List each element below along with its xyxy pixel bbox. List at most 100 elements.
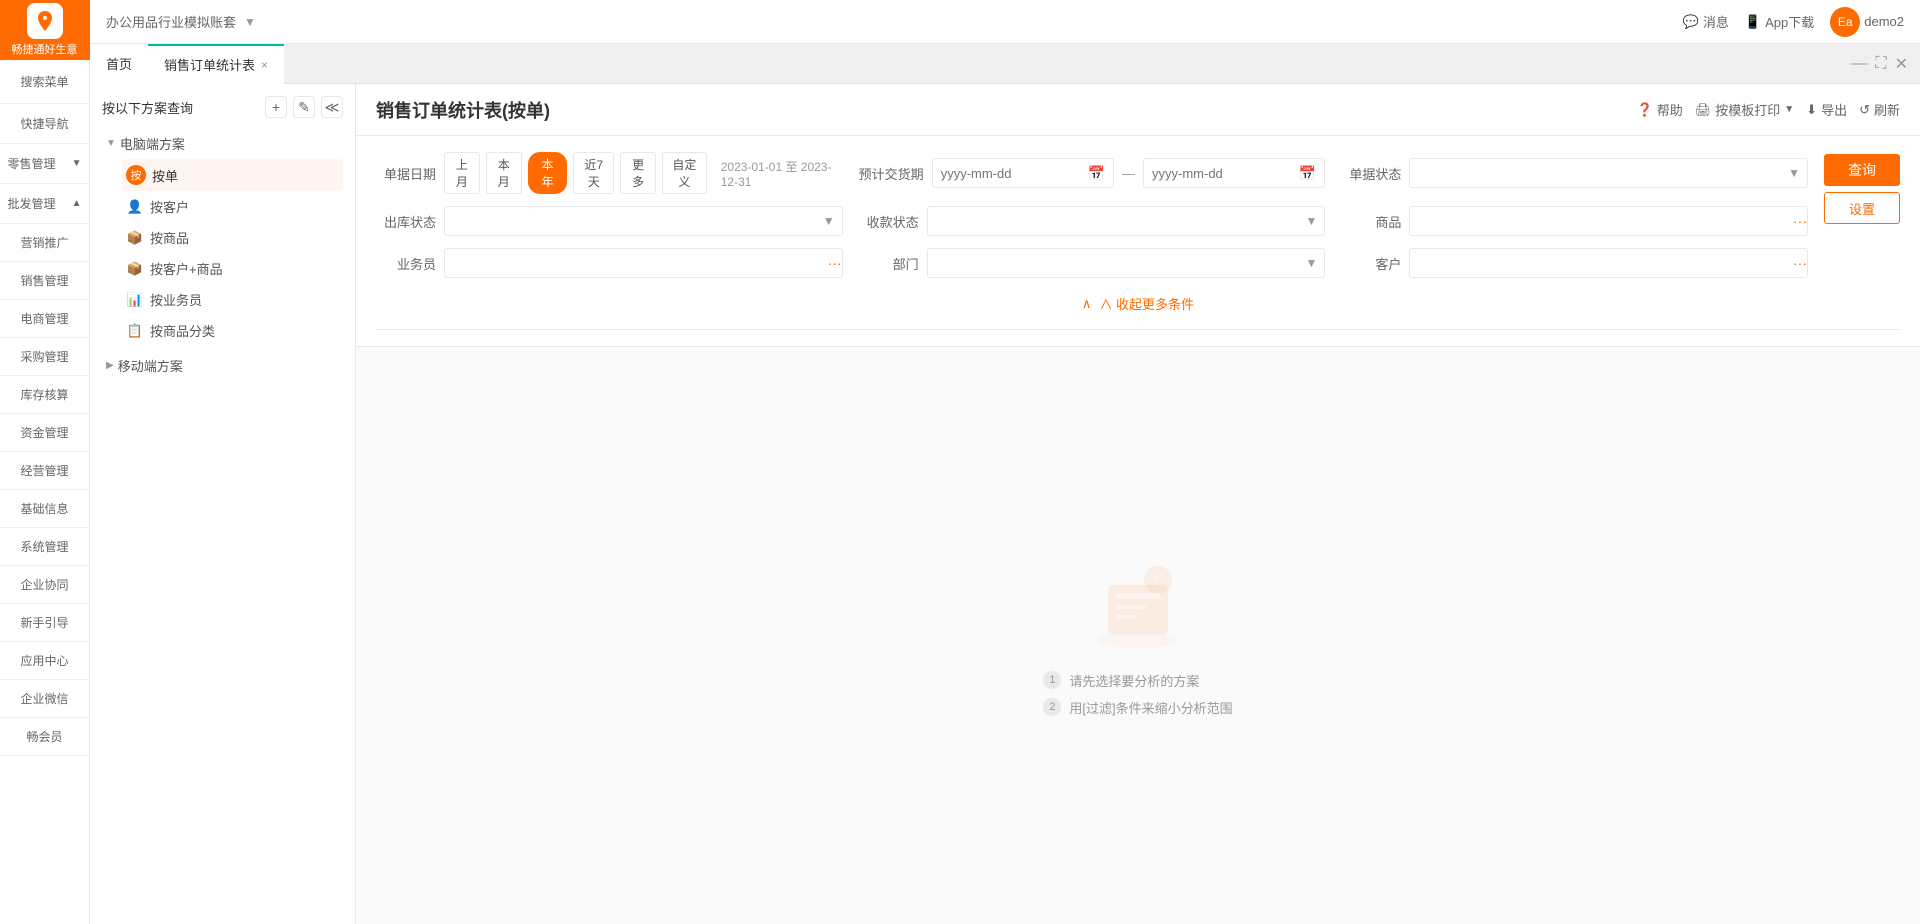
message-btn[interactable]: 💬 消息 [1683,12,1729,31]
sidebar: 畅捷通好生意 搜索菜单 快捷导航 零售管理 ▼ 批发管理 ▲ 营销推广 销售管理… [0,0,90,924]
top-header: 办公用品行业模拟账套 ▼ 💬 消息 📱 App下载 Ea demo2 [90,0,1920,44]
search-menu[interactable]: 搜索菜单 [0,60,90,104]
calendar-end-icon[interactable]: 📅 [1291,165,1324,182]
department-select[interactable] [927,248,1326,278]
tab-sales-order[interactable]: 销售订单统计表 × [148,44,284,84]
sidebar-item-appstore[interactable]: 应用中心 [0,642,90,680]
add-scheme-btn[interactable]: + [265,96,287,118]
mobile-section: ▶ 移动端方案 [102,350,343,381]
svg-text:?: ? [1152,572,1160,588]
sidebar-item-purchase[interactable]: 采购管理 [0,338,90,376]
edit-scheme-btn[interactable]: ✎ [293,96,315,118]
user-profile[interactable]: Ea demo2 [1830,7,1904,37]
help-btn[interactable]: ❓ 帮助 [1637,100,1683,119]
expected-date-start-input: 📅 [932,158,1114,188]
sidebar-item-newbie[interactable]: 新手引导 [0,604,90,642]
mobile-section-header[interactable]: ▶ 移动端方案 [102,350,343,381]
desktop-section: ▼ 电脑端方案 按 按单 👤 按客户 📦 按商品 [102,128,343,346]
query-button[interactable]: 查询 [1824,154,1900,186]
desktop-section-header[interactable]: ▼ 电脑端方案 [102,128,343,159]
tab-close-icon[interactable]: × [261,58,268,72]
collapse-panel-btn[interactable]: ≪ [321,96,343,118]
sidebar-item-sales[interactable]: 销售管理 [0,262,90,300]
settings-button[interactable]: 设置 [1824,192,1900,224]
scheme-by-order[interactable]: 按 按单 [122,159,343,191]
tab-home[interactable]: 首页 [90,44,148,84]
filter-department-cell: 部门 ▼ [859,248,1326,278]
salesperson-input[interactable] [445,249,828,277]
salesperson-input-wrapper: ··· [444,248,843,278]
sidebar-item-finance[interactable]: 资金管理 [0,414,90,452]
salesperson-label: 业务员 [376,254,436,273]
window-maximize[interactable]: ⛶ [1875,55,1886,73]
delivery-select[interactable]: 未出库 部分出库 全部出库 [444,206,843,236]
scheme-by-salesperson[interactable]: 📊 按业务员 [122,284,343,315]
breadcrumb-dropdown-icon[interactable]: ▼ [244,15,256,29]
sidebar-item-retail[interactable]: 零售管理 ▼ [0,144,90,184]
customer-dots-btn[interactable]: ··· [1793,255,1807,271]
page-title: 销售订单统计表(按单) [376,97,550,123]
date-btn-this-month[interactable]: 本月 [486,152,522,194]
payment-select-wrapper: 未收款 部分收款 全部收款 ▼ [927,206,1326,236]
date-btn-7days[interactable]: 近7天 [573,152,614,194]
sidebar-item-enterprise[interactable]: 企业协同 [0,566,90,604]
sidebar-item-marketing[interactable]: 营销推广 [0,224,90,262]
page-actions: ❓ 帮助 🖨 按模板打印 ▼ ⬇ 导出 ↺ 刷新 [1637,100,1900,119]
quick-nav[interactable]: 快捷导航 [0,104,90,144]
empty-tip-1: 1 请先选择要分析的方案 [1043,671,1232,690]
print-icon: 🖨 [1695,102,1712,118]
scheme-by-product[interactable]: 📦 按商品 [122,222,343,253]
sidebar-item-inventory[interactable]: 库存核算 [0,376,90,414]
date-btn-this-year[interactable]: 本年 [528,152,568,194]
product-dots-btn[interactable]: ··· [1793,213,1807,229]
window-close[interactable]: ✕ [1895,54,1908,74]
refresh-btn[interactable]: ↺ 刷新 [1859,100,1900,119]
payment-label: 收款状态 [859,212,919,231]
desktop-section-label: 电脑端方案 [120,134,185,153]
sidebar-item-ecommerce[interactable]: 电商管理 [0,300,90,338]
left-panel-header: 按以下方案查询 + ✎ ≪ [102,96,343,118]
mobile-section-arrow: ▶ [106,360,114,371]
date-separator: — [1122,166,1135,181]
sidebar-item-basic[interactable]: 基础信息 [0,490,90,528]
salesperson-dots-btn[interactable]: ··· [828,255,842,271]
date-btn-custom[interactable]: 自定义 [662,152,707,194]
sidebar-item-operations[interactable]: 经营管理 [0,452,90,490]
left-panel-title: 按以下方案查询 [102,98,193,117]
app-download-btn[interactable]: 📱 App下载 [1745,12,1814,31]
sidebar-item-system[interactable]: 系统管理 [0,528,90,566]
date-btn-more[interactable]: 更多 [620,152,656,194]
scheme-by-customer-product[interactable]: 📦 按客户+商品 [122,253,343,284]
scheme-by-category[interactable]: 📋 按商品分类 [122,315,343,346]
delivery-label: 出库状态 [376,212,436,231]
sidebar-item-corpwechat[interactable]: 企业微信 [0,680,90,718]
window-minimize[interactable]: — [1851,55,1867,73]
app-logo[interactable]: 畅捷通好生意 [0,0,90,60]
print-btn[interactable]: 🖨 按模板打印 ▼ [1695,100,1794,119]
collapse-btn[interactable]: ∧ ∧ 收起更多条件 [1066,286,1210,321]
export-btn[interactable]: ⬇ 导出 [1806,100,1847,119]
sidebar-item-wholesale[interactable]: 批发管理 ▲ [0,184,90,224]
product-input[interactable] [1410,207,1793,235]
scheme-by-product-icon: 📦 [126,229,144,247]
collapse-area: ∧ ∧ 收起更多条件 [376,278,1900,330]
right-panel: 销售订单统计表(按单) ❓ 帮助 🖨 按模板打印 ▼ ⬇ 导出 [356,84,1920,924]
expected-date-start-field[interactable] [933,159,1080,187]
scheme-by-customer[interactable]: 👤 按客户 [122,191,343,222]
payment-select[interactable]: 未收款 部分收款 全部收款 [927,206,1326,236]
app-name: 畅捷通好生意 [12,41,78,57]
expected-date-end-field[interactable] [1144,159,1291,187]
expected-date-label: 预计交货期 [859,164,924,183]
status-select[interactable]: 待审核 已审核 已完成 [1409,158,1808,188]
filter-section: 单据日期 上月 本月 本年 近7天 更多 自定义 2023-01-01 至 20… [376,152,1900,278]
header-right: 💬 消息 📱 App下载 Ea demo2 [1683,7,1904,37]
calendar-start-icon[interactable]: 📅 [1080,165,1113,182]
filter-row-3: 业务员 ··· 部门 [376,248,1808,278]
sidebar-item-member[interactable]: 畅会员 [0,718,90,756]
department-label: 部门 [859,254,919,273]
date-range-text: 2023-01-01 至 2023-12-31 [721,158,843,189]
product-input-wrapper: ··· [1409,206,1808,236]
date-btn-last-month[interactable]: 上月 [444,152,480,194]
customer-input[interactable] [1410,249,1793,277]
tab-bar: 首页 销售订单统计表 × — ⛶ ✕ [90,44,1920,84]
